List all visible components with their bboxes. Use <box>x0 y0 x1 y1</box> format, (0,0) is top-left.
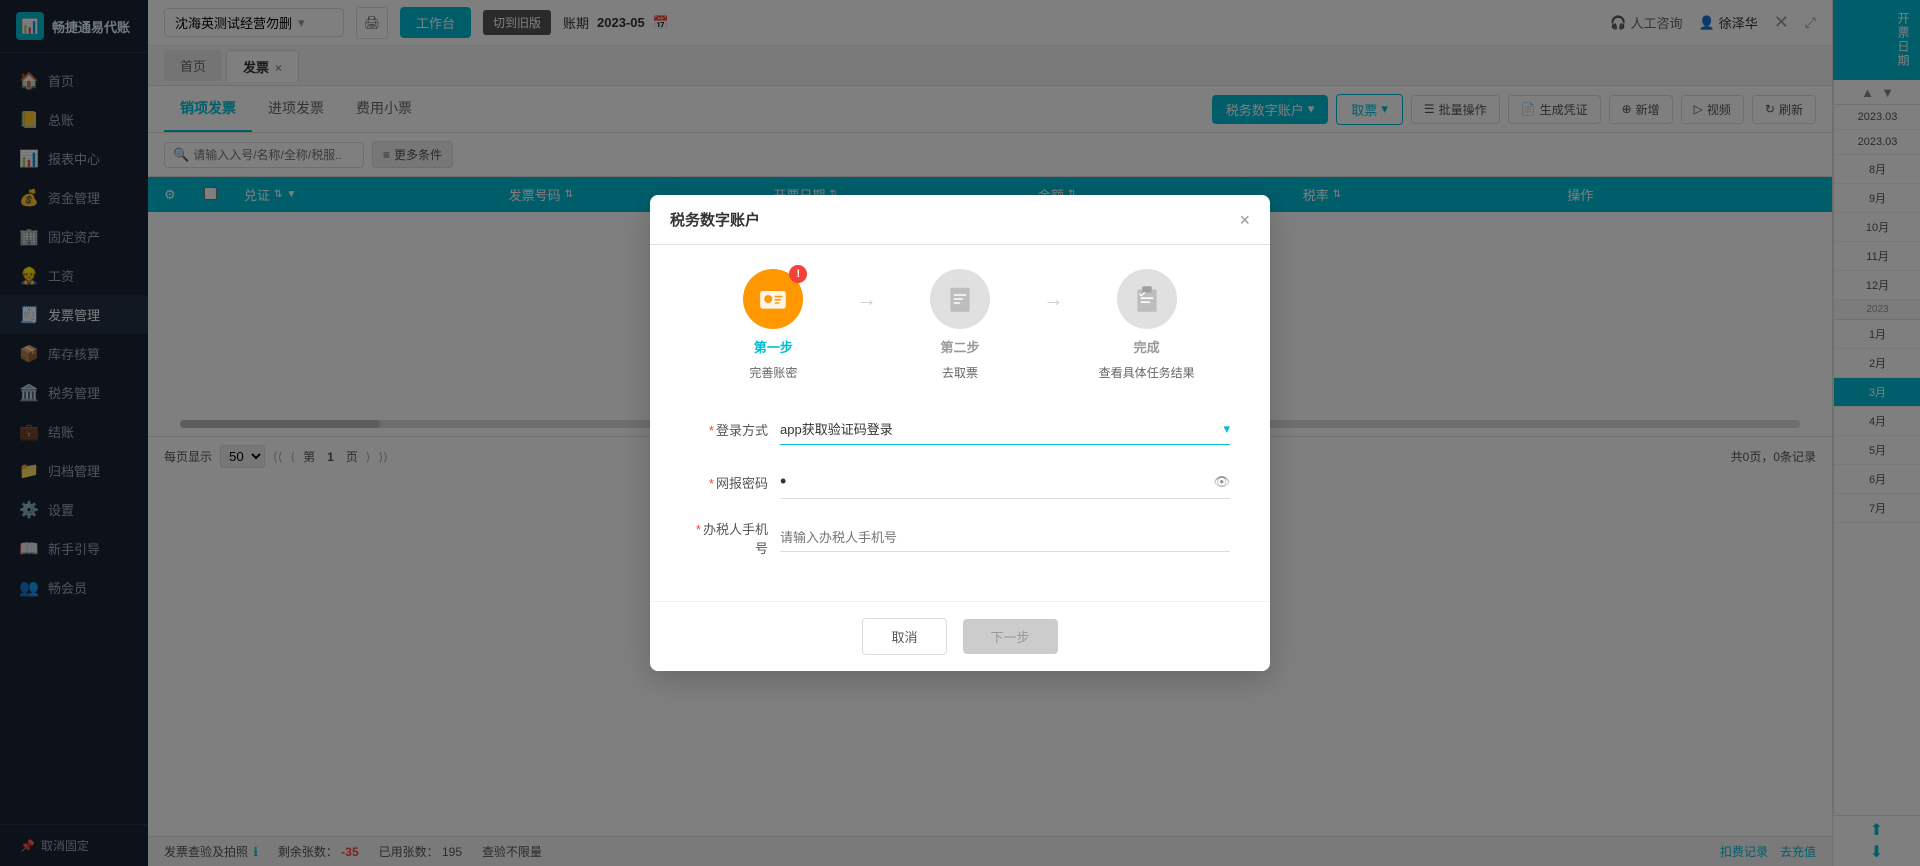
step-2-desc: 去取票 <box>942 364 978 381</box>
tax-digital-modal: 税务数字账户 × ! <box>650 195 1270 671</box>
step-3-icon <box>1117 269 1177 329</box>
password-row: 网报密码 • 👁 <box>690 465 1230 499</box>
step-1-desc: 完善账密 <box>749 364 797 381</box>
step-1-label: 第一步 <box>754 337 793 356</box>
step-1: ! 第一步 完善账密 <box>690 269 857 381</box>
chevron-down-icon: ▾ <box>1223 421 1230 437</box>
login-method-label: 登录方式 <box>690 420 780 439</box>
phone-label: 办税人手机号 <box>690 519 780 557</box>
modal-body: ! 第一步 完善账密 → <box>650 245 1270 601</box>
phone-row: 办税人手机号 <box>690 519 1230 557</box>
step-3: 完成 查看具体任务结果 <box>1063 269 1230 381</box>
modal-title: 税务数字账户 <box>670 209 760 230</box>
modal-header: 税务数字账户 × <box>650 195 1270 245</box>
arrow-2: → <box>1043 269 1063 312</box>
form: 登录方式 app获取验证码登录 ▾ 网报密码 • <box>690 413 1230 557</box>
arrow-1: → <box>857 269 877 312</box>
step-3-desc: 查看具体任务结果 <box>1099 364 1195 381</box>
password-control: • 👁 <box>780 465 1230 499</box>
step-3-label: 完成 <box>1134 337 1160 356</box>
password-field: • 👁 <box>780 465 1230 499</box>
document-icon <box>944 283 976 315</box>
phone-control <box>780 524 1230 552</box>
password-dots: • <box>780 471 786 492</box>
steps-container: ! 第一步 完善账密 → <box>690 269 1230 381</box>
login-method-select[interactable]: app获取验证码登录 ▾ <box>780 413 1230 445</box>
modal-footer: 取消 下一步 <box>650 601 1270 671</box>
step-1-badge: ! <box>789 265 807 283</box>
next-button[interactable]: 下一步 <box>963 619 1058 654</box>
step-2-label: 第二步 <box>941 337 980 356</box>
toggle-password-icon[interactable]: 👁 <box>1213 474 1230 490</box>
login-method-row: 登录方式 app获取验证码登录 ▾ <box>690 413 1230 445</box>
phone-input[interactable] <box>780 530 1230 545</box>
password-label: 网报密码 <box>690 473 780 492</box>
step-1-icon: ! <box>743 269 803 329</box>
modal-overlay: 税务数字账户 × ! <box>0 0 1920 866</box>
person-card-icon <box>757 283 789 315</box>
phone-input-wrapper <box>780 524 1230 552</box>
step-2: 第二步 去取票 <box>877 269 1044 381</box>
cancel-button[interactable]: 取消 <box>862 618 946 655</box>
modal-close-button[interactable]: × <box>1239 211 1250 229</box>
login-method-control: app获取验证码登录 ▾ <box>780 413 1230 445</box>
step-2-icon <box>930 269 990 329</box>
clipboard-icon <box>1131 283 1163 315</box>
